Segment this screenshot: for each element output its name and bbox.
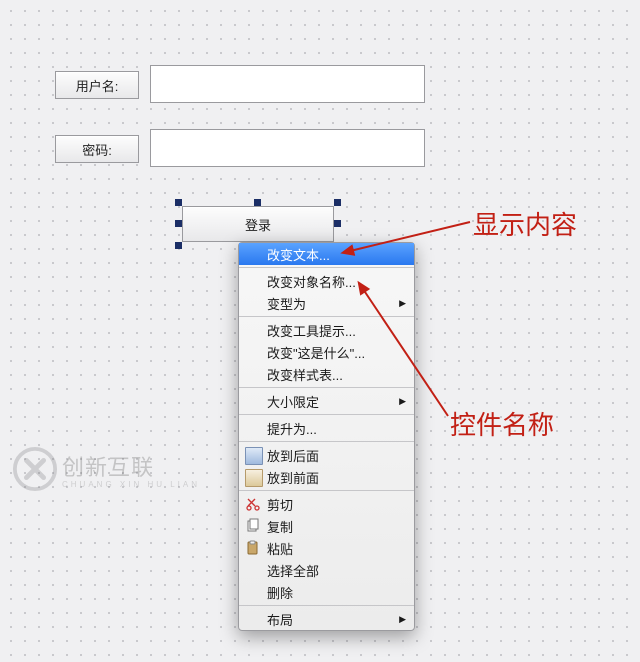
menu-cut[interactable]: 剪切 [239,493,414,515]
menu-change-whats-this-label: 改变"这是什么"... [267,343,365,362]
menu-paste-label: 粘贴 [267,539,293,558]
watermark-logo-icon [12,446,58,492]
callout-display-content: 显示内容 [473,205,577,242]
login-button-label: 登录 [245,215,271,234]
menu-change-whats-this[interactable]: 改变"这是什么"... [239,341,414,363]
menu-bring-to-front[interactable]: 放到前面 [239,466,414,488]
menu-change-stylesheet-label: 改变样式表... [267,365,343,384]
callout-display-content-text: 显示内容 [473,211,577,240]
password-label-widget[interactable]: 密码: [55,135,139,163]
menu-delete[interactable]: 删除 [239,581,414,603]
menu-copy[interactable]: 复制 [239,515,414,537]
menu-change-stylesheet[interactable]: 改变样式表... [239,363,414,385]
menu-paste[interactable]: 粘贴 [239,537,414,559]
menu-separator [239,441,414,442]
menu-promote-to[interactable]: 提升为... [239,417,414,439]
password-input[interactable] [150,129,425,167]
paste-icon [245,540,261,556]
menu-send-to-back[interactable]: 放到后面 [239,444,414,466]
username-input[interactable] [150,65,425,103]
menu-size-constraints[interactable]: 大小限定 [239,390,414,412]
menu-delete-label: 删除 [267,583,293,602]
menu-send-to-back-label: 放到后面 [267,446,319,465]
menu-change-text[interactable]: 改变文本... [239,243,414,265]
watermark-brand: 创新互联 [62,450,200,482]
username-label: 用户名: [76,76,119,95]
username-label-widget[interactable]: 用户名: [55,71,139,99]
menu-change-tooltip-label: 改变工具提示... [267,321,356,340]
context-menu[interactable]: 改变文本... 改变对象名称... 变型为 改变工具提示... 改变"这是什么"… [238,242,415,631]
menu-copy-label: 复制 [267,517,293,536]
copy-icon [245,518,261,534]
login-button[interactable]: 登录 [182,206,334,242]
menu-layout[interactable]: 布局 [239,608,414,630]
menu-select-all[interactable]: 选择全部 [239,559,414,581]
menu-morph-into[interactable]: 变型为 [239,292,414,314]
menu-cut-label: 剪切 [267,495,293,514]
menu-separator [239,605,414,606]
menu-layout-label: 布局 [267,610,293,629]
watermark: 创新互联 CHUANG XIN HU LIAN [12,446,200,492]
menu-separator [239,387,414,388]
watermark-brand-pinyin: CHUANG XIN HU LIAN [62,480,200,489]
send-to-back-icon [245,447,263,465]
menu-morph-into-label: 变型为 [267,294,306,313]
callout-widget-name-text: 控件名称 [450,411,554,440]
menu-bring-to-front-label: 放到前面 [267,468,319,487]
cut-icon [245,496,261,512]
menu-change-object-name[interactable]: 改变对象名称... [239,270,414,292]
callout-widget-name: 控件名称 [450,405,554,442]
menu-separator [239,316,414,317]
menu-change-object-name-label: 改变对象名称... [267,272,356,291]
menu-change-tooltip[interactable]: 改变工具提示... [239,319,414,341]
menu-separator [239,267,414,268]
password-label: 密码: [82,140,112,159]
menu-select-all-label: 选择全部 [267,561,319,580]
menu-size-constraints-label: 大小限定 [267,392,319,411]
menu-separator [239,414,414,415]
menu-change-text-label: 改变文本... [267,245,330,264]
menu-separator [239,490,414,491]
menu-promote-to-label: 提升为... [267,419,317,438]
bring-to-front-icon [245,469,263,487]
